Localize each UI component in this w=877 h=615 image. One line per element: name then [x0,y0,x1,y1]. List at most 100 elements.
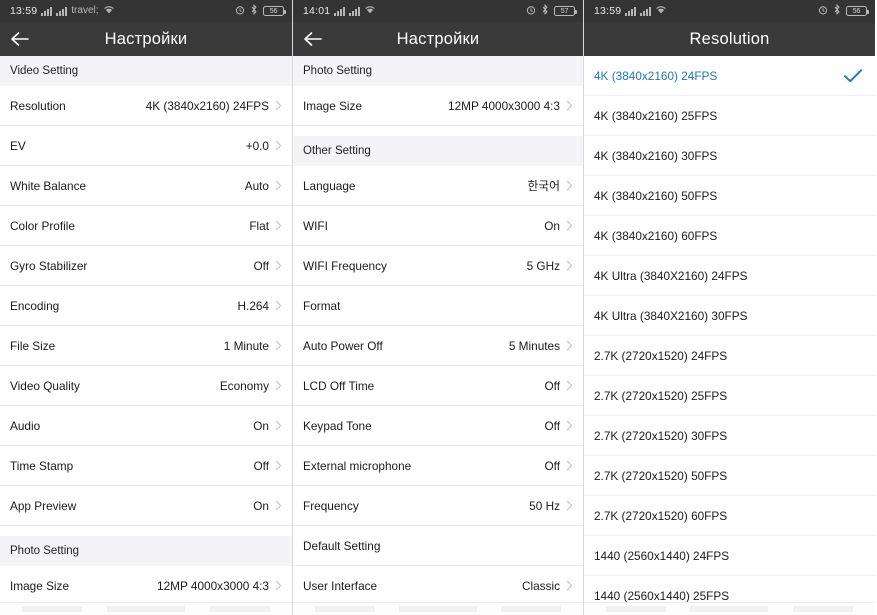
status-bar-left: 14:01 [303,5,376,17]
settings-row[interactable]: Audio On [0,406,292,446]
resolution-option-row[interactable]: 4K (3840x2160) 30FPS [584,136,875,176]
chevron-right-icon [275,420,282,431]
resolution-option-label: 1440 (2560x1440) 24FPS [594,548,730,563]
settings-row-value: 한국어 [527,179,560,193]
alarm-clock-icon [818,5,828,18]
settings-row[interactable]: User Interface Classic [293,566,583,602]
settings-row-value: On [253,418,269,433]
settings-row[interactable]: External microphone Off [293,446,583,486]
settings-row-value: Classic [521,578,560,593]
settings-row-value: Off [544,418,560,433]
settings-row[interactable]: Keypad Tone Off [293,406,583,446]
resolution-option-row[interactable]: 4K Ultra (3840X2160) 30FPS [584,296,875,336]
settings-row[interactable]: Image Size 12MP 4000x3000 4:3 [293,86,583,126]
nav-recents-icon[interactable] [209,606,270,612]
settings-row-value: Off [544,378,560,393]
resolution-option-row[interactable]: 1440 (2560x1440) 25FPS [584,576,875,602]
resolution-option-row[interactable]: 2.7K (2720x1520) 25FPS [584,376,875,416]
settings-row[interactable]: Encoding H.264 [0,286,292,326]
settings-row[interactable]: Language 한국어 [293,166,583,206]
settings-row-label: Resolution [10,98,66,113]
battery-indicator: 57 [554,6,577,16]
resolution-option-row[interactable]: 4K (3840x2160) 25FPS [584,96,875,136]
resolution-option-row[interactable]: 4K Ultra (3840X2160) 24FPS [584,256,875,296]
chevron-right-icon [566,500,573,511]
back-button[interactable] [0,22,40,56]
settings-row[interactable]: Image Size 12MP 4000x3000 4:3 [0,566,292,602]
status-bar-right: 56 [235,4,286,18]
resolution-option-row[interactable]: 4K (3840x2160) 60FPS [584,216,875,256]
settings-row[interactable]: Video Quality Economy [0,366,292,406]
section-header: Video Setting [0,56,292,86]
settings-row-label: WIFI Frequency [303,258,387,273]
nav-back-icon[interactable] [315,606,375,612]
chevron-right-icon [275,260,282,271]
settings-row[interactable]: Default Setting [293,526,583,566]
settings-row-label: White Balance [10,178,87,193]
status-bar: 13:59 travel; 56 [0,0,292,22]
settings-row[interactable]: Resolution 4K (3840x2160) 24FPS [0,86,292,126]
chevron-right-icon [566,580,573,591]
signal-bars-icon-1 [334,6,346,16]
resolution-option-row[interactable]: 2.7K (2720x1520) 60FPS [584,496,875,536]
settings-row[interactable]: Auto Power Off 5 Minutes [293,326,583,366]
arrow-left-icon [11,32,29,46]
chevron-right-icon [275,500,282,511]
settings-row[interactable]: WIFI On [293,206,583,246]
nav-recents-icon[interactable] [501,606,561,612]
settings-row[interactable]: Time Stamp Off [0,446,292,486]
chevron-right-icon [566,260,573,271]
resolution-option-row[interactable]: 2.7K (2720x1520) 30FPS [584,416,875,456]
nav-home-icon[interactable] [690,606,769,612]
back-button[interactable] [293,22,333,56]
settings-row-value: Off [253,258,269,273]
resolution-option-list[interactable]: 4K (3840x2160) 24FPS 4K (3840x2160) 25FPS… [584,56,875,602]
resolution-option-label: 4K (3840x2160) 50FPS [594,188,718,203]
resolution-option-row[interactable]: 2.7K (2720x1520) 24FPS [584,336,875,376]
settings-row-label: Video Quality [10,378,80,393]
nav-back-icon[interactable] [606,606,667,612]
chevron-right-icon [275,180,282,191]
wifi-signal-icon [655,5,667,17]
system-navigation-bar [584,602,875,615]
page-title: Настройки [396,29,480,48]
settings-row-label: File Size [10,338,56,353]
settings-row-label: Image Size [10,578,70,593]
settings-row[interactable]: Format [293,286,583,326]
resolution-option-row[interactable]: 1440 (2560x1440) 24FPS [584,536,875,576]
settings-row-label: External microphone [303,458,412,473]
signal-bars-icon-2 [349,6,361,16]
chevron-right-icon [566,380,573,391]
battery-indicator: 56 [263,6,286,16]
selected-checkmark [843,68,863,84]
nav-home-icon[interactable] [399,606,477,612]
settings-row[interactable]: App Preview On [0,486,292,526]
resolution-option-label: 4K Ultra (3840X2160) 30FPS [594,308,748,323]
settings-row[interactable]: White Balance Auto [0,166,292,206]
nav-back-icon[interactable] [22,606,83,612]
settings-row[interactable]: Color Profile Flat [0,206,292,246]
nav-home-icon[interactable] [106,606,185,612]
settings-row-label: Gyro Stabilizer [10,258,88,273]
settings-list[interactable]: Photo Setting Image Size 12MP 4000x3000 4:… [293,56,583,602]
resolution-option-row[interactable]: 4K (3840x2160) 24FPS [584,56,875,96]
settings-list[interactable]: Video Setting Resolution 4K (3840x2160) 24… [0,56,292,602]
resolution-option-row[interactable]: 4K (3840x2160) 50FPS [584,176,875,216]
alarm-clock-icon [526,5,536,18]
settings-row[interactable]: LCD Off Time Off [293,366,583,406]
settings-row-value: Economy [219,378,269,393]
settings-row[interactable]: File Size 1 Minute [0,326,292,366]
settings-row-label: Format [303,298,341,313]
resolution-option-row[interactable]: 2.7K (2720x1520) 50FPS [584,456,875,496]
chevron-right-icon [566,220,573,231]
settings-row[interactable]: EV +0.0 [0,126,292,166]
settings-row-label: Time Stamp [10,458,74,473]
settings-row-value: 5 GHz [526,258,560,273]
nav-recents-icon[interactable] [792,606,853,612]
status-bar-right: 57 [526,4,577,18]
settings-row-label: Keypad Tone [303,418,372,433]
page-title: Resolution [689,29,770,48]
settings-row[interactable]: Frequency 50 Hz [293,486,583,526]
settings-row[interactable]: WIFI Frequency 5 GHz [293,246,583,286]
settings-row[interactable]: Gyro Stabilizer Off [0,246,292,286]
